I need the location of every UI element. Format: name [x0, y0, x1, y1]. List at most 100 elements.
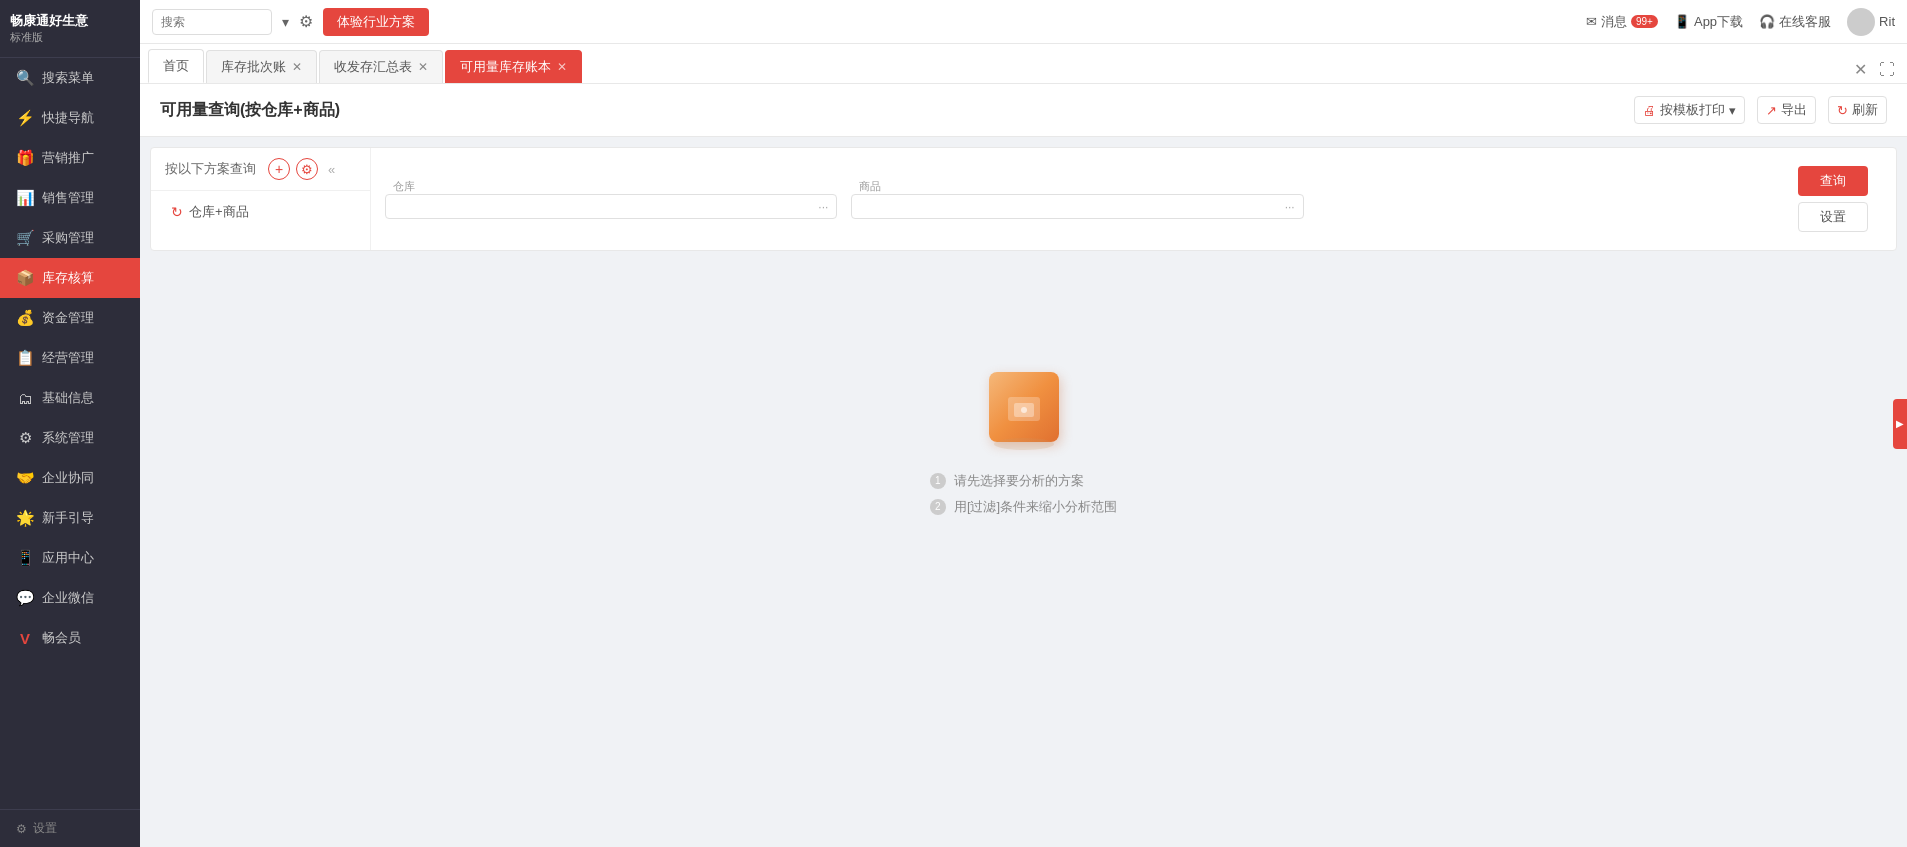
sidebar-item-quick-nav[interactable]: ⚡ 快捷导航	[0, 98, 140, 138]
filter-fields-row: 仓库 ··· 商品 ···	[371, 148, 1896, 250]
appcenter-icon: 📱	[16, 549, 34, 567]
sidebar-item-label: 畅会员	[42, 629, 81, 647]
topbar: ▾ ⚙ 体验行业方案 ✉ 消息 99+ 📱 App下载 🎧 在线客服 Rit	[140, 0, 1907, 44]
marketing-icon: 🎁	[16, 149, 34, 167]
tab-home-label: 首页	[163, 57, 189, 75]
sidebar-item-member[interactable]: V 畅会员	[0, 618, 140, 658]
sidebar-item-finance[interactable]: 💰 资金管理	[0, 298, 140, 338]
sidebar-item-system[interactable]: ⚙ 系统管理	[0, 418, 140, 458]
sidebar-item-appcenter[interactable]: 📱 应用中心	[0, 538, 140, 578]
sidebar-item-marketing[interactable]: 🎁 营销推广	[0, 138, 140, 178]
sidebar-item-inventory[interactable]: 📦 库存核算	[0, 258, 140, 298]
page-header-actions: 🖨 按模板打印 ▾ ↗ 导出 ↻ 刷新	[1634, 96, 1887, 124]
query-btn[interactable]: 查询	[1798, 166, 1868, 196]
sidebar-item-wechat[interactable]: 💬 企业微信	[0, 578, 140, 618]
sidebar: 畅康通好生意 标准版 🔍 搜索菜单 ⚡ 快捷导航 🎁 营销推广 📊 销售管理 🛒…	[0, 0, 140, 847]
tab-receipt-summary[interactable]: 收发存汇总表 ✕	[319, 50, 443, 83]
user-name: Rit	[1879, 14, 1895, 29]
sidebar-item-newguide[interactable]: 🌟 新手引导	[0, 498, 140, 538]
sidebar-item-label: 企业微信	[42, 589, 94, 607]
export-label: 导出	[1781, 101, 1807, 119]
filter-add-btn[interactable]: +	[268, 158, 290, 180]
goods-more-icon[interactable]: ···	[1285, 200, 1295, 214]
warehouse-more-icon[interactable]: ···	[818, 200, 828, 214]
sidebar-item-ops[interactable]: 📋 经营管理	[0, 338, 140, 378]
message-label: 消息	[1601, 13, 1627, 31]
goods-input[interactable]	[860, 199, 1284, 214]
tab-close-all-btn[interactable]: ✕	[1850, 56, 1871, 83]
message-btn[interactable]: ✉ 消息 99+	[1586, 13, 1658, 31]
tab-expand-btn[interactable]: ⛶	[1875, 57, 1899, 83]
wechat-icon: 💬	[16, 589, 34, 607]
online-service-label: 在线客服	[1779, 13, 1831, 31]
sidebar-footer-label: 设置	[33, 820, 57, 837]
service-icon: 🎧	[1759, 14, 1775, 29]
sidebar-item-sales[interactable]: 📊 销售管理	[0, 178, 140, 218]
hint-num-2: 2	[930, 499, 946, 515]
tab-receipt-summary-close[interactable]: ✕	[418, 60, 428, 74]
topbar-search-input[interactable]	[152, 9, 272, 35]
export-icon: ↗	[1766, 103, 1777, 118]
empty-state: 1 请先选择要分析的方案 2 用[过滤]条件来缩小分析范围	[140, 251, 1907, 631]
newguide-icon: 🌟	[16, 509, 34, 527]
scheme-item-warehouse-goods[interactable]: ↻ 仓库+商品	[171, 199, 350, 225]
hint-text-2: 用[过滤]条件来缩小分析范围	[954, 494, 1117, 520]
tab-available-ledger[interactable]: 可用量库存账本 ✕	[445, 50, 582, 83]
export-btn[interactable]: ↗ 导出	[1757, 96, 1816, 124]
empty-illustration	[979, 362, 1069, 452]
warehouse-input-wrap[interactable]: ···	[385, 194, 837, 219]
filter-collapse-btn[interactable]: «	[324, 160, 339, 179]
sidebar-item-basic[interactable]: 🗂 基础信息	[0, 378, 140, 418]
sidebar-item-label: 企业协同	[42, 469, 94, 487]
print-btn[interactable]: 🖨 按模板打印 ▾	[1634, 96, 1745, 124]
tab-home[interactable]: 首页	[148, 49, 204, 83]
message-badge: 99+	[1631, 15, 1658, 28]
basic-icon: 🗂	[16, 390, 34, 407]
warehouse-field-label: 仓库	[385, 179, 837, 194]
goods-input-wrap[interactable]: ···	[851, 194, 1303, 219]
main-area: ▾ ⚙ 体验行业方案 ✉ 消息 99+ 📱 App下载 🎧 在线客服 Rit	[140, 0, 1907, 847]
online-service-btn[interactable]: 🎧 在线客服	[1759, 13, 1831, 31]
page-title: 可用量查询(按仓库+商品)	[160, 100, 340, 121]
brand-name: 畅康通好生意	[10, 12, 130, 30]
system-icon: ⚙	[16, 429, 34, 447]
trial-btn[interactable]: 体验行业方案	[323, 8, 429, 36]
tab-batch-ledger[interactable]: 库存批次账 ✕	[206, 50, 317, 83]
sidebar-item-search-menu[interactable]: 🔍 搜索菜单	[0, 58, 140, 98]
inventory-icon: 📦	[16, 269, 34, 287]
tab-batch-ledger-close[interactable]: ✕	[292, 60, 302, 74]
topbar-gear-icon[interactable]: ⚙	[299, 12, 313, 31]
user-avatar-btn[interactable]: Rit	[1847, 8, 1895, 36]
member-icon: V	[16, 630, 34, 647]
sidebar-item-label: 快捷导航	[42, 109, 94, 127]
box-svg	[1004, 389, 1044, 425]
empty-box-shadow	[994, 438, 1054, 450]
hint-num-1: 1	[930, 473, 946, 489]
settings-btn[interactable]: 设置	[1798, 202, 1868, 232]
print-dropdown-icon[interactable]: ▾	[1729, 103, 1736, 118]
sidebar-item-label: 新手引导	[42, 509, 94, 527]
scheme-list: ↻ 仓库+商品	[151, 190, 370, 233]
app-icon: 📱	[1674, 14, 1690, 29]
filter-settings-btn[interactable]: ⚙	[296, 158, 318, 180]
scheme-item-label: 仓库+商品	[189, 203, 249, 221]
sidebar-item-label: 系统管理	[42, 429, 94, 447]
topbar-dropdown-icon[interactable]: ▾	[282, 14, 289, 30]
sidebar-footer[interactable]: ⚙ 设置	[0, 809, 140, 847]
tab-available-ledger-close[interactable]: ✕	[557, 60, 567, 74]
refresh-btn[interactable]: ↻ 刷新	[1828, 96, 1887, 124]
right-collapse-handle[interactable]: ▶	[1893, 399, 1907, 449]
tab-available-ledger-label: 可用量库存账本	[460, 58, 551, 76]
sidebar-item-label: 基础信息	[42, 389, 94, 407]
filter-row: 按以下方案查询 + ⚙ «	[151, 148, 370, 190]
sidebar-item-purchase[interactable]: 🛒 采购管理	[0, 218, 140, 258]
sidebar-item-enterprise[interactable]: 🤝 企业协同	[0, 458, 140, 498]
message-icon: ✉	[1586, 14, 1597, 29]
warehouse-input[interactable]	[394, 199, 818, 214]
sidebar-item-label: 采购管理	[42, 229, 94, 247]
app-download-btn[interactable]: 📱 App下载	[1674, 13, 1743, 31]
finance-icon: 💰	[16, 309, 34, 327]
sidebar-item-label: 资金管理	[42, 309, 94, 327]
filter-scheme: + ⚙ «	[268, 158, 339, 180]
filter-goods-field: 商品 ···	[851, 179, 1303, 219]
